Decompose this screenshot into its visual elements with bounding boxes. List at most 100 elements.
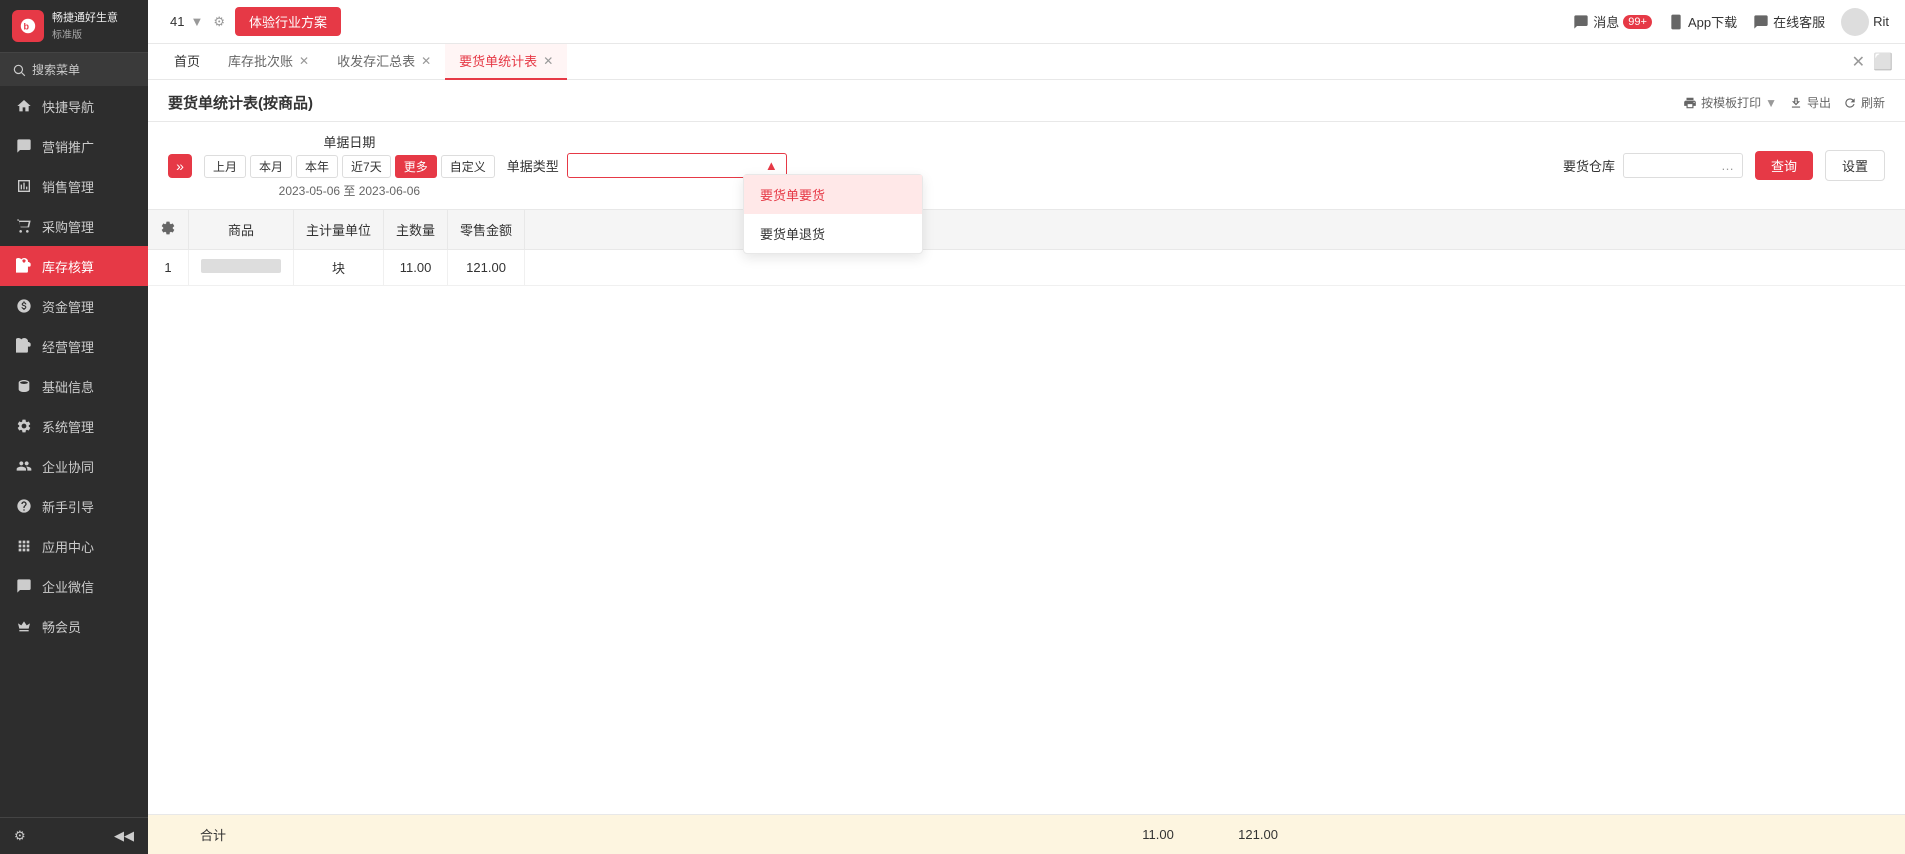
tab-inventory-batch-close[interactable]: ✕ — [299, 54, 309, 68]
cell-amount: 121.00 — [448, 250, 525, 286]
print-arrow: ▼ — [1765, 96, 1777, 110]
nav-label-finance: 资金管理 — [42, 297, 94, 316]
warehouse-more-icon: … — [1721, 158, 1734, 173]
col-product: 商品 — [189, 210, 294, 250]
sidebar: b 畅捷通好生意 标准版 搜索菜单 快捷导航 营销推广 销售管理 — [0, 0, 148, 854]
settings-icon[interactable]: ⚙ — [14, 828, 26, 844]
warehouse-input[interactable]: … — [1623, 153, 1743, 178]
sidebar-item-operations[interactable]: 经营管理 — [0, 326, 148, 366]
user-profile[interactable]: Rit — [1841, 8, 1889, 36]
briefcase-icon — [14, 336, 34, 356]
dropdown-arrow[interactable]: ▼ — [190, 14, 203, 29]
tab-receive-summary-label: 收发存汇总表 — [337, 51, 415, 70]
date-btn-this-year[interactable]: 本年 — [296, 155, 338, 178]
nav-label-appstore: 应用中心 — [42, 537, 94, 556]
type-dropdown-arrow: ▲ — [765, 158, 778, 173]
online-service-btn[interactable]: 在线客服 — [1753, 12, 1825, 31]
tab-inventory-batch-label: 库存批次账 — [228, 51, 293, 70]
company-number: 41 — [170, 14, 184, 29]
messages-btn[interactable]: 消息 99+ — [1573, 12, 1652, 31]
export-btn[interactable]: 导出 — [1789, 94, 1831, 111]
team-icon — [14, 456, 34, 476]
date-btn-more[interactable]: 更多 — [395, 155, 437, 178]
date-btn-last-month[interactable]: 上月 — [204, 155, 246, 178]
col-quantity: 主数量 — [384, 210, 448, 250]
user-avatar — [1841, 8, 1869, 36]
date-filter-group: 单据日期 上月 本月 本年 近7天 更多 自定义 2023-05-06 至 20… — [204, 132, 495, 199]
sidebar-item-marketing[interactable]: 营销推广 — [0, 126, 148, 166]
footer-amount: 121.00 — [1208, 827, 1308, 842]
search-menu-label: 搜索菜单 — [32, 61, 80, 78]
nav-label-system: 系统管理 — [42, 417, 94, 436]
tab-order-summary-label: 要货单统计表 — [459, 51, 537, 70]
sidebar-item-purchase[interactable]: 采购管理 — [0, 206, 148, 246]
sidebar-item-basic[interactable]: 基础信息 — [0, 366, 148, 406]
nav-label-enterprise: 企业协同 — [42, 457, 94, 476]
col-unit: 主计量单位 — [294, 210, 384, 250]
topbar-left: 41 ▼ ⚙ 体验行业方案 — [164, 7, 1573, 36]
page-header: 要货单统计表(按商品) 按模板打印 ▼ 导出 刷新 — [148, 80, 1905, 122]
topbar: 41 ▼ ⚙ 体验行业方案 消息 99+ App下载 在线客服 Rit — [148, 0, 1905, 44]
date-range-text: 2023-05-06 至 2023-06-06 — [279, 182, 420, 199]
nav-label-wechat: 企业微信 — [42, 577, 94, 596]
cell-empty — [525, 250, 1905, 286]
col-amount: 零售金额 — [448, 210, 525, 250]
sidebar-item-sales[interactable]: 销售管理 — [0, 166, 148, 206]
sidebar-item-shortcut[interactable]: 快捷导航 — [0, 86, 148, 126]
online-service-label: 在线客服 — [1773, 12, 1825, 31]
tab-order-summary-close[interactable]: ✕ — [543, 54, 553, 68]
topbar-settings-icon[interactable]: ⚙ — [213, 14, 225, 30]
nav-label-member: 畅会员 — [42, 617, 81, 636]
sidebar-item-member[interactable]: 畅会员 — [0, 606, 148, 646]
table-footer: 合计 11.00 121.00 — [148, 814, 1905, 854]
tab-inventory-batch[interactable]: 库存批次账 ✕ — [214, 44, 323, 80]
settings-btn[interactable]: 设置 — [1825, 150, 1885, 181]
megaphone-icon — [14, 136, 34, 156]
close-all-icon[interactable]: ✕ — [1852, 52, 1865, 72]
sidebar-item-appstore[interactable]: 应用中心 — [0, 526, 148, 566]
nav-label-guide: 新手引导 — [42, 497, 94, 516]
tab-receive-summary-close[interactable]: ✕ — [421, 54, 431, 68]
collapse-btn[interactable]: ◀◀ — [114, 828, 134, 844]
sidebar-item-guide[interactable]: 新手引导 — [0, 486, 148, 526]
table-header-row: 商品 主计量单位 主数量 零售金额 — [148, 210, 1905, 250]
nav-label-operations: 经营管理 — [42, 337, 94, 356]
cell-index: 1 — [148, 250, 189, 286]
warehouse-label: 要货仓库 — [1563, 156, 1615, 175]
dropdown-item-order-goods[interactable]: 要货单要货 — [744, 175, 922, 214]
dropdown-item-order-return[interactable]: 要货单退货 — [744, 214, 922, 253]
sidebar-item-system[interactable]: 系统管理 — [0, 406, 148, 446]
refresh-label: 刷新 — [1861, 94, 1885, 111]
sidebar-item-finance[interactable]: 资金管理 — [0, 286, 148, 326]
tabbar: 首页 库存批次账 ✕ 收发存汇总表 ✕ 要货单统计表 ✕ ✕ ⬜ — [148, 44, 1905, 80]
nav-label-shortcut: 快捷导航 — [42, 97, 94, 116]
sidebar-item-inventory[interactable]: 库存核算 — [0, 246, 148, 286]
trial-btn[interactable]: 体验行业方案 — [235, 7, 341, 36]
query-btn[interactable]: 查询 — [1755, 151, 1813, 180]
col-empty — [525, 210, 1905, 250]
expand-btn[interactable]: » — [168, 154, 192, 178]
maximize-icon[interactable]: ⬜ — [1873, 52, 1893, 72]
date-btn-7days[interactable]: 近7天 — [342, 155, 391, 178]
table-row: 1 块 11.00 121.00 — [148, 250, 1905, 286]
date-btn-custom[interactable]: 自定义 — [441, 155, 495, 178]
tab-order-summary[interactable]: 要货单统计表 ✕ — [445, 44, 567, 80]
print-btn[interactable]: 按模板打印 ▼ — [1683, 94, 1777, 111]
tab-home-label: 首页 — [174, 51, 200, 70]
refresh-btn[interactable]: 刷新 — [1843, 94, 1885, 111]
messages-label: 消息 — [1593, 12, 1619, 31]
page-content: 要货单统计表(按商品) 按模板打印 ▼ 导出 刷新 » — [148, 80, 1905, 854]
app-download-label: App下载 — [1688, 12, 1737, 31]
cart-icon — [14, 216, 34, 236]
footer-label: 合计 — [160, 825, 343, 844]
footer-quantity: 11.00 — [1108, 827, 1208, 842]
sidebar-item-wechat[interactable]: 企业微信 — [0, 566, 148, 606]
col-settings[interactable] — [148, 210, 189, 250]
tab-home[interactable]: 首页 — [160, 44, 214, 80]
product-blurred — [201, 259, 281, 273]
date-btn-this-month[interactable]: 本月 — [250, 155, 292, 178]
tab-receive-summary[interactable]: 收发存汇总表 ✕ — [323, 44, 445, 80]
app-download-btn[interactable]: App下载 — [1668, 12, 1737, 31]
sidebar-search[interactable]: 搜索菜单 — [0, 53, 148, 86]
sidebar-item-enterprise[interactable]: 企业协同 — [0, 446, 148, 486]
